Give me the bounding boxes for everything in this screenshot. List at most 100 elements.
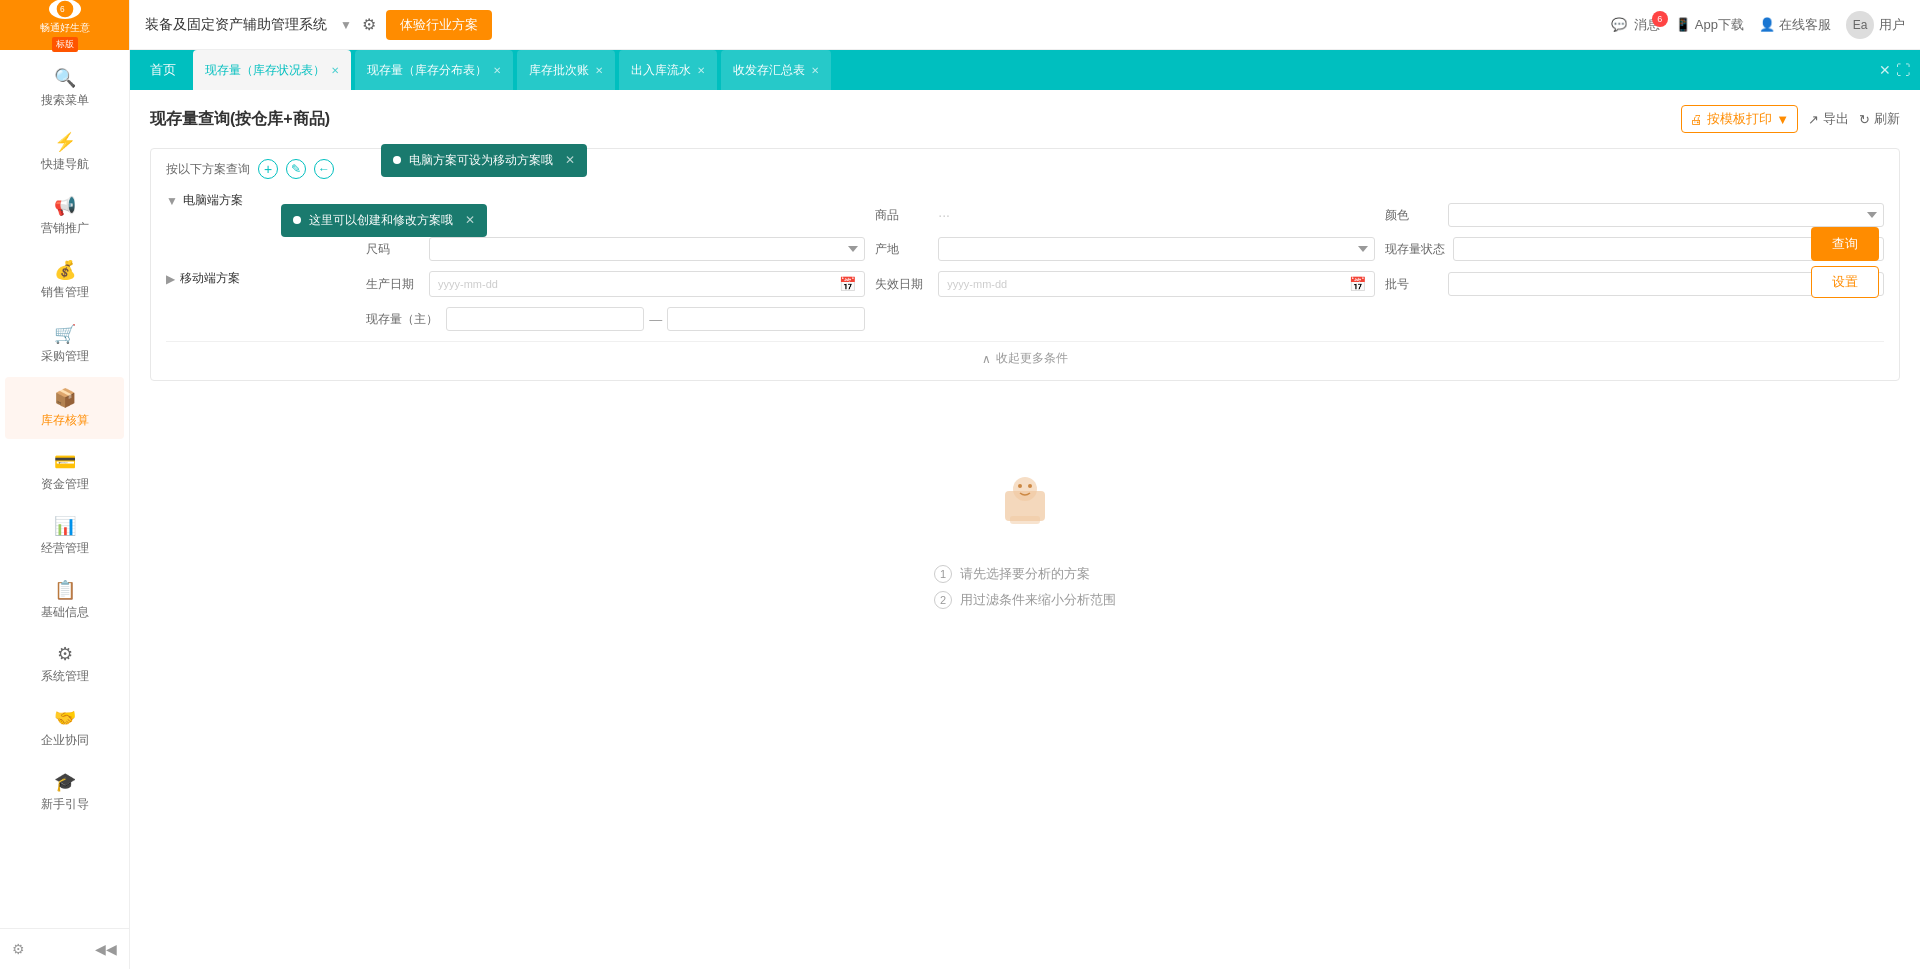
produce-date-input[interactable]: yyyy-mm-dd 📅 (429, 271, 865, 297)
sidebar-item-label: 基础信息 (41, 604, 89, 621)
svg-point-3 (1013, 477, 1037, 501)
sidebar-item-finance[interactable]: 💳 资金管理 (5, 441, 124, 503)
color-select[interactable] (1448, 203, 1884, 227)
collapse-bar[interactable]: ∧ 收起更多条件 (166, 341, 1884, 375)
expire-date-calendar-icon[interactable]: 📅 (1349, 276, 1366, 292)
chart-icon: 📊 (54, 515, 76, 537)
tab-close-all-icon[interactable]: ✕ (1879, 62, 1891, 78)
tab-close-icon[interactable]: ✕ (493, 65, 501, 76)
tab-fullscreen-icon[interactable]: ⛶ (1896, 62, 1910, 78)
sidebar-item-sales[interactable]: 💰 销售管理 (5, 249, 124, 311)
goods-more-icon[interactable]: ··· (938, 207, 950, 223)
sidebar-item-enterprise[interactable]: 🤝 企业协同 (5, 697, 124, 759)
tooltip-close2-icon[interactable]: ✕ (465, 213, 475, 227)
sidebar-item-system[interactable]: ⚙ 系统管理 (5, 633, 124, 695)
main-area: 装备及固定资产辅助管理系统 ▼ ⚙ 体验行业方案 💬 6 消息 📱 App下载 … (130, 0, 1920, 969)
action-bar: 查询 设置 (1811, 227, 1879, 298)
search-icon: 🔍 (54, 67, 76, 89)
tab-receive-summary[interactable]: 收发存汇总表 ✕ (721, 50, 831, 90)
header-left: 装备及固定资产辅助管理系统 ▼ ⚙ 体验行业方案 (145, 10, 492, 40)
export-label: 导出 (1823, 110, 1849, 128)
message-icon-area[interactable]: 💬 6 消息 (1611, 16, 1660, 34)
origin-select[interactable] (938, 237, 1374, 261)
user-area[interactable]: Ea 用户 (1846, 11, 1905, 39)
empty-tip-2: 2 用过滤条件来缩小分析范围 (934, 587, 1116, 613)
sidebar-item-label: 企业协同 (41, 732, 89, 749)
collapse-sidebar-icon[interactable]: ◀◀ (91, 937, 121, 961)
content-inner: 现存量查询(按仓库+商品) 🖨 按模板打印 ▼ ↗ 导出 ↻ 刷新 (130, 90, 1920, 969)
online-service-area[interactable]: 👤 在线客服 (1759, 16, 1831, 34)
stock-min-input[interactable] (446, 307, 644, 331)
origin-label: 产地 (875, 241, 930, 258)
box-icon: 📦 (54, 387, 76, 409)
svg-point-0 (56, 0, 73, 17)
tab-inventory-status[interactable]: 现存量（库存状况表） ✕ (193, 50, 351, 90)
sidebar-item-operations[interactable]: 📊 经营管理 (5, 505, 124, 567)
query-button[interactable]: 查询 (1811, 227, 1879, 261)
size-label: 尺码 (366, 241, 421, 258)
flash-icon: ⚡ (54, 131, 76, 153)
scheme-arrow-icon: ▼ (166, 194, 178, 208)
settings-icon[interactable]: ⚙ (362, 15, 376, 34)
sidebar-item-basic-info[interactable]: 📋 基础信息 (5, 569, 124, 631)
tab-home[interactable]: 首页 (135, 50, 191, 90)
app-download-area[interactable]: 📱 App下载 (1675, 16, 1744, 34)
system-title: 装备及固定资产辅助管理系统 (145, 16, 327, 34)
sidebar-item-search[interactable]: 🔍 搜索菜单 (5, 57, 124, 119)
sidebar-nav: 🔍 搜索菜单 ⚡ 快捷导航 📢 营销推广 💰 销售管理 🛒 采购管理 📦 库存核… (0, 50, 129, 928)
sidebar-logo: 6 畅通好生意 标版 (0, 0, 129, 50)
tab-inventory-batch[interactable]: 库存批次账 ✕ (517, 50, 615, 90)
filter-edit-button[interactable]: ✎ (286, 159, 306, 179)
tooltip-dot (393, 156, 401, 164)
sidebar-item-label: 新手引导 (41, 796, 89, 813)
sidebar-item-label: 经营管理 (41, 540, 89, 557)
tip-text-1: 请先选择要分析的方案 (960, 561, 1090, 587)
tooltip-dot2 (293, 216, 301, 224)
tip-num-1: 1 (934, 565, 952, 583)
sidebar-item-purchase[interactable]: 🛒 采购管理 (5, 313, 124, 375)
tab-close-icon[interactable]: ✕ (331, 65, 339, 76)
tab-inout-label: 出入库流水 (631, 62, 691, 79)
filter-row-2: 尺码 产地 现存量状态 (366, 237, 1884, 261)
produce-date-field: 生产日期 yyyy-mm-dd 📅 (366, 271, 865, 297)
sidebar-item-marketing[interactable]: 📢 营销推广 (5, 185, 124, 247)
produce-date-calendar-icon[interactable]: 📅 (839, 276, 856, 292)
tab-close-icon[interactable]: ✕ (811, 65, 819, 76)
logo-icon: 6 (49, 0, 81, 19)
export-button[interactable]: ↗ 导出 (1808, 110, 1849, 128)
mobile-icon: 📱 (1675, 17, 1691, 32)
content-area: 现存量查询(按仓库+商品) 🖨 按模板打印 ▼ ↗ 导出 ↻ 刷新 (130, 90, 1920, 969)
size-select[interactable] (429, 237, 865, 261)
tab-close-icon[interactable]: ✕ (697, 65, 705, 76)
produce-date-label: 生产日期 (366, 276, 421, 293)
print-button[interactable]: 🖨 按模板打印 ▼ (1681, 105, 1798, 133)
filter-add-button[interactable]: + (258, 159, 278, 179)
export-icon: ↗ (1808, 112, 1819, 127)
color-field: 颜色 (1385, 203, 1884, 227)
stock-status-label: 现存量状态 (1385, 241, 1445, 258)
batch-label: 批号 (1385, 276, 1440, 293)
range-dash: — (649, 312, 662, 327)
reset-button[interactable]: 设置 (1811, 266, 1879, 298)
tab-close-icon[interactable]: ✕ (595, 65, 603, 76)
sidebar-item-inventory[interactable]: 📦 库存核算 (5, 377, 124, 439)
tooltip-close-icon[interactable]: ✕ (565, 153, 575, 167)
trial-button[interactable]: 体验行业方案 (386, 10, 492, 40)
sidebar-item-guide[interactable]: 🎓 新手引导 (5, 761, 124, 823)
stock-qty-range: — (446, 307, 865, 331)
app-download-label: App下载 (1695, 16, 1744, 34)
refresh-button[interactable]: ↻ 刷新 (1859, 110, 1900, 128)
sidebar-item-quick-nav[interactable]: ⚡ 快捷导航 (5, 121, 124, 183)
filter-back-button[interactable]: ← (314, 159, 334, 179)
stock-max-input[interactable] (667, 307, 865, 331)
expire-date-input[interactable]: yyyy-mm-dd 📅 (938, 271, 1374, 297)
system-title-dropdown-icon[interactable]: ▼ (340, 18, 352, 32)
sidebar-bottom: ⚙ ◀◀ (0, 928, 129, 969)
tab-inventory-distribution[interactable]: 现存量（库存分布表） ✕ (355, 50, 513, 90)
settings-bottom-icon[interactable]: ⚙ (8, 937, 29, 961)
cart-icon: 🛒 (54, 323, 76, 345)
filter-row-1: 按照仓 ··· 商品 ··· 颜色 (366, 203, 1884, 227)
sidebar-item-label: 销售管理 (41, 284, 89, 301)
tab-inout-flow[interactable]: 出入库流水 ✕ (619, 50, 717, 90)
brand-name: 畅通好生意 (40, 21, 90, 35)
